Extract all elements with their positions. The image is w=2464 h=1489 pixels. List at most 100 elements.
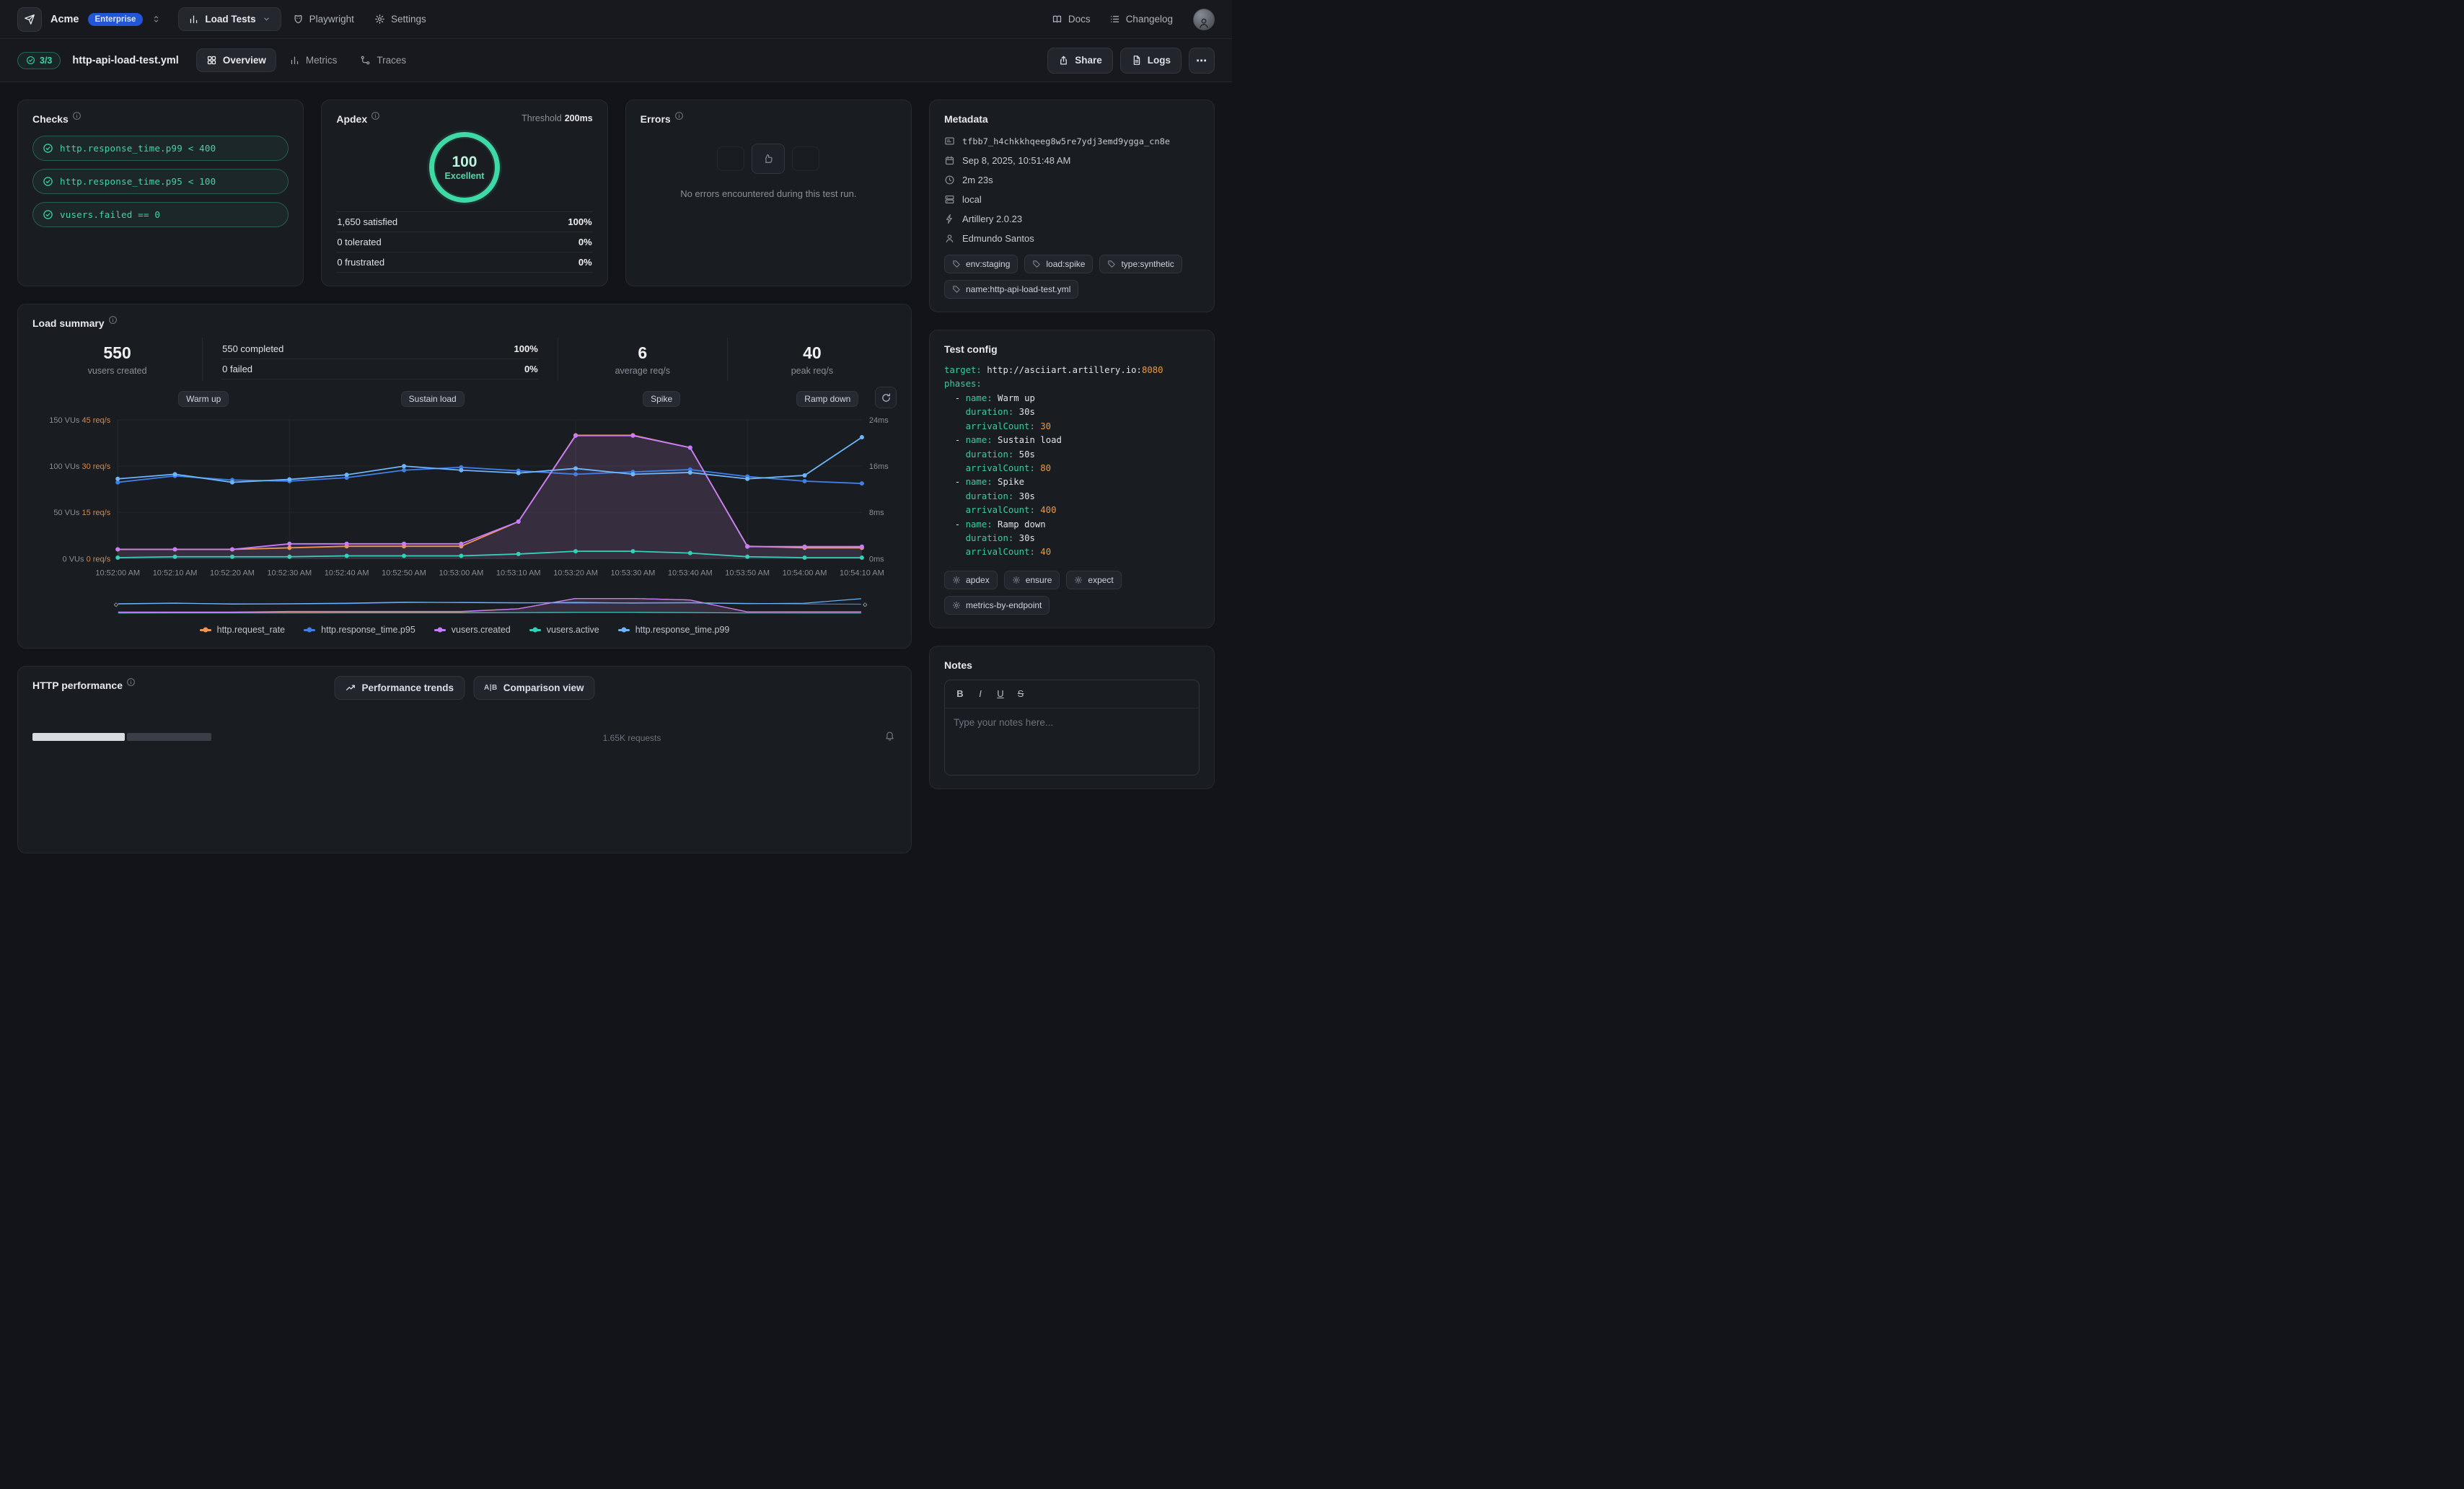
errors-empty-message: No errors encountered during this test r… — [680, 188, 857, 199]
legend-item-vusers.created[interactable]: vusers.created — [434, 625, 511, 635]
threshold-label: Threshold — [522, 113, 562, 123]
tag-env-staging[interactable]: env:staging — [944, 255, 1018, 273]
apdex-rating: Excellent — [444, 170, 485, 181]
requests-count: 1.65K requests — [602, 733, 661, 744]
artillery-version: Artillery 2.0.23 — [962, 214, 1023, 224]
svg-text:0ms: 0ms — [869, 555, 884, 563]
tag-load-spike[interactable]: load:spike — [1024, 255, 1094, 273]
tag-icon — [1107, 260, 1116, 268]
plugin-ensure[interactable]: ensure — [1003, 570, 1060, 589]
run-user: Edmundo Santos — [962, 233, 1034, 244]
tag-label: type:synthetic — [1121, 259, 1174, 269]
more-menu-button[interactable]: ⋯ — [1189, 47, 1215, 74]
tab-label: Overview — [222, 55, 266, 66]
stat-value: 40 — [803, 343, 822, 362]
tag-label: env:staging — [966, 259, 1011, 269]
info-icon[interactable] — [72, 111, 82, 120]
apdex-row-label: 0 frustrated — [337, 257, 385, 268]
apdex-row-label: 0 tolerated — [337, 237, 382, 247]
legend-item-http.response_time.p99[interactable]: http.response_time.p99 — [617, 625, 729, 635]
apdex-row-satisfied: 1,650 satisfied 100% — [336, 212, 593, 232]
trend-icon — [345, 682, 356, 693]
notes-input[interactable]: Type your notes here... — [945, 708, 1199, 775]
info-icon[interactable] — [126, 677, 136, 687]
metadata-run-id-row: tfbb7_h4chkkhqeeg8w5re7ydj3emd9ygga_cn8e — [944, 136, 1200, 146]
info-icon[interactable] — [371, 111, 380, 120]
chart-refresh-button[interactable] — [875, 387, 897, 408]
chart-brush-minimap[interactable]: ‹› ‹› — [113, 593, 868, 615]
nav-item-playwright[interactable]: Playwright — [284, 8, 363, 30]
gear-icon — [374, 14, 385, 25]
plugin-metrics-by-endpoint[interactable]: metrics-by-endpoint — [944, 595, 1050, 615]
checks-passed-count: 3/3 — [40, 55, 53, 66]
apdex-row-value: 0% — [578, 257, 592, 268]
config-code-line: duration: 50s — [965, 449, 1035, 460]
id-card-icon — [944, 136, 955, 146]
tag-type-synthetic[interactable]: type:synthetic — [1099, 255, 1182, 273]
bold-button[interactable]: B — [951, 685, 969, 703]
completed-row: 550 completed 100% — [221, 339, 539, 359]
legend-item-http.response_time.p95[interactable]: http.response_time.p95 — [304, 625, 415, 635]
main-content: Checks http.response_time.p99 < 400 http… — [0, 82, 1232, 888]
config-code-line: duration: 30s — [965, 491, 1035, 501]
svg-text:10:53:20 AM: 10:53:20 AM — [553, 568, 598, 577]
stat-label: vusers created — [87, 365, 147, 376]
clock-icon — [944, 175, 955, 185]
nav-item-load-tests[interactable]: Load Tests — [178, 7, 281, 31]
changelog-link[interactable]: Changelog — [1101, 8, 1182, 30]
user-icon — [944, 233, 955, 244]
bar-chart-icon — [188, 14, 199, 25]
legend-item-vusers.active[interactable]: vusers.active — [529, 625, 599, 635]
metrics-chart-icon — [289, 55, 300, 66]
timeseries-chart[interactable]: 0 VUs 0 req/s 0ms 50 VUs 15 req/s 8ms 100 VU… — [32, 408, 897, 590]
legend-marker — [434, 629, 446, 631]
tab-traces[interactable]: Traces — [350, 48, 416, 72]
apdex-title-text: Apdex — [336, 113, 368, 125]
italic-button[interactable]: I — [971, 685, 990, 703]
plugin-expect[interactable]: expect — [1066, 570, 1122, 589]
legend-item-http.request_rate[interactable]: http.request_rate — [199, 625, 285, 635]
stat-average-rps: 6 average req/s — [557, 338, 727, 381]
docs-link[interactable]: Docs — [1043, 8, 1099, 30]
refresh-icon — [881, 392, 892, 403]
calendar-icon — [944, 155, 955, 166]
legend-marker — [199, 629, 211, 631]
test-file-title: http-api-load-test.yml — [72, 54, 179, 66]
strikethrough-button[interactable]: S — [1011, 685, 1030, 703]
app-logo[interactable] — [17, 6, 42, 32]
tag-name-test-file[interactable]: name:http-api-load-test.yml — [944, 280, 1079, 299]
config-code-line: - name: Warm up — [944, 392, 1035, 403]
share-button[interactable]: Share — [1047, 47, 1113, 74]
checks-list: http.response_time.p99 < 400 http.respon… — [32, 136, 289, 227]
legend-label: vusers.active — [546, 625, 599, 636]
logs-button[interactable]: Logs — [1119, 47, 1182, 74]
brush-handle-left[interactable]: ‹› — [113, 598, 118, 610]
tag-label: load:spike — [1046, 259, 1086, 269]
config-code-line: target: http://asciiart.artillery.io:808… — [944, 365, 1163, 375]
user-avatar[interactable] — [1193, 8, 1215, 30]
nav-item-settings[interactable]: Settings — [366, 8, 435, 30]
left-column: Checks http.response_time.p99 < 400 http… — [17, 100, 912, 871]
underline-button[interactable]: U — [991, 685, 1010, 703]
check-circle-icon — [43, 209, 53, 220]
config-code-line: - name: Ramp down — [944, 519, 1046, 530]
bell-icon[interactable] — [884, 730, 895, 741]
apdex-row-frustrated: 0 frustrated 0% — [336, 252, 593, 273]
tab-overview[interactable]: Overview — [195, 48, 276, 72]
org-switcher[interactable] — [151, 14, 161, 24]
performance-trends-button[interactable]: Performance trends — [334, 676, 465, 700]
tab-metrics[interactable]: Metrics — [279, 48, 348, 72]
person-icon — [1197, 17, 1210, 30]
metadata-date-row: Sep 8, 2025, 10:51:48 AM — [944, 155, 1200, 166]
info-icon[interactable] — [674, 111, 684, 120]
view-tabs: Overview Metrics Traces — [195, 48, 416, 72]
brush-handle-right[interactable]: ‹› — [863, 598, 868, 610]
svg-text:50 VUs 15 req/s: 50 VUs 15 req/s — [53, 509, 110, 517]
chevron-down-icon — [262, 14, 271, 24]
comparison-view-button[interactable]: A|B Comparison view — [473, 676, 595, 700]
performance-trends-label: Performance trends — [361, 682, 454, 694]
chevron-up-down-icon — [151, 14, 161, 24]
check-item: vusers.failed == 0 — [32, 202, 289, 227]
plugin-apdex[interactable]: apdex — [944, 570, 998, 589]
info-icon[interactable] — [108, 315, 118, 325]
